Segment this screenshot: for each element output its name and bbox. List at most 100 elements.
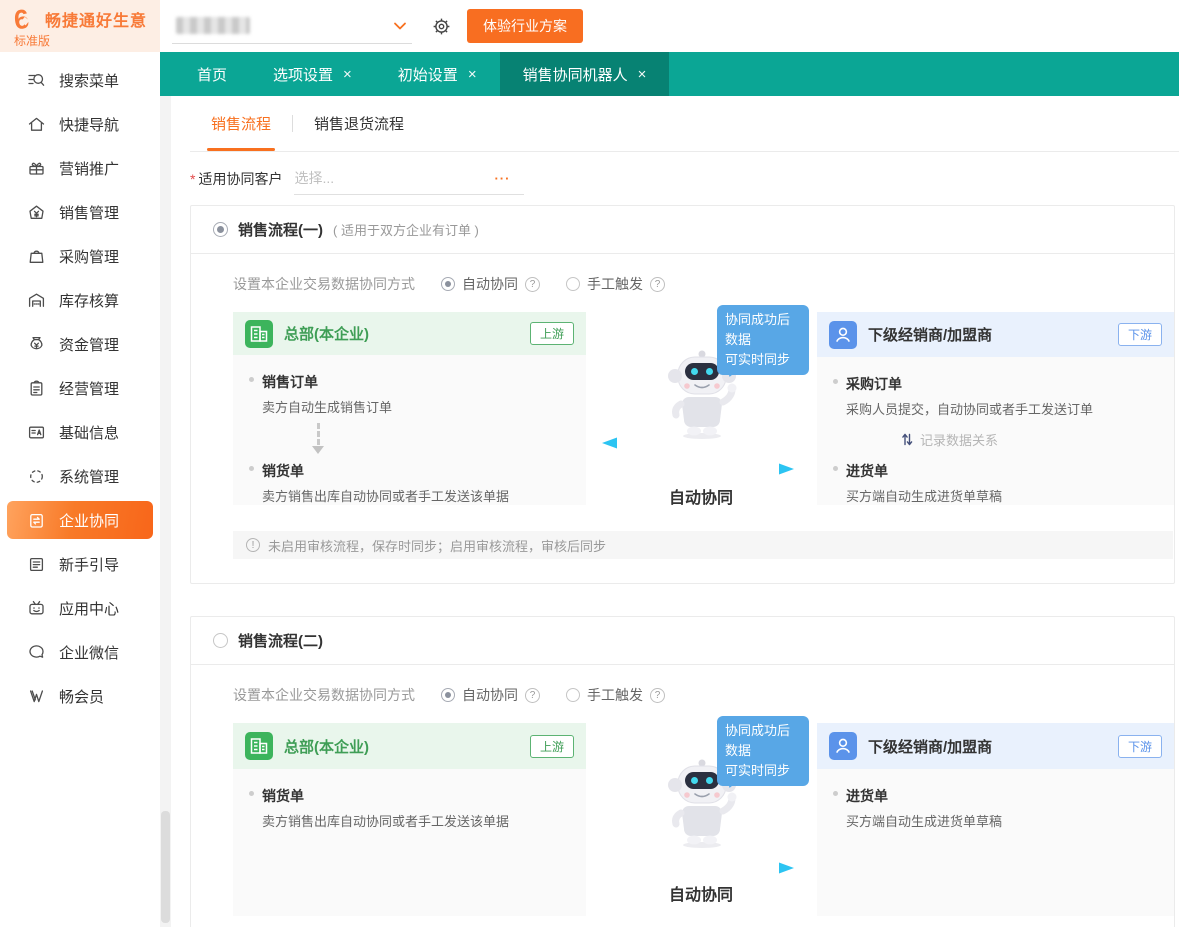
sync-tooltip: 协同成功后数据 可实时同步 [717, 716, 809, 787]
id-card-icon [27, 423, 46, 442]
option-auto-collab[interactable]: 自动协同 ? [441, 685, 540, 705]
person-icon [829, 320, 857, 349]
sidebar-item-system[interactable]: 系统管理 [0, 454, 160, 498]
sidebar-item-purchase-mgmt[interactable]: 采购管理 [0, 234, 160, 278]
collab-customer-form-row: * 适用协同客户 选择... ··· [171, 152, 1179, 205]
option-manual-trigger[interactable]: 手工触发 ? [566, 685, 665, 705]
manual-trigger-radio[interactable] [566, 688, 580, 702]
updown-arrows-icon [902, 433, 913, 446]
building-icon [245, 732, 273, 760]
person-icon [829, 732, 857, 760]
org-name-redacted [176, 17, 250, 34]
help-icon[interactable]: ? [650, 276, 665, 292]
input-placeholder: 选择... [294, 170, 335, 186]
experience-industry-plan-button[interactable]: 体验行业方案 [467, 9, 583, 43]
sales-flow-2-section: 销售流程(二) 设置本企业交易数据协同方式 自动协同 ? 手工触发 ? 总部(本… [190, 616, 1175, 927]
building-icon [245, 319, 273, 348]
sidebar-item-basic-info[interactable]: 基础信息 [0, 410, 160, 454]
sidebar-item-member[interactable]: 畅会员 [0, 674, 160, 718]
upstream-tag: 上游 [529, 322, 574, 345]
tab-sales-flow[interactable]: 销售流程 [206, 96, 276, 151]
auto-collab-radio[interactable] [441, 688, 455, 702]
info-icon: ! [246, 538, 260, 552]
org-selector[interactable] [172, 8, 412, 44]
downstream-card: 下级经销商/加盟商 下游 采购订单 采购人员提交，自动协同或者手工发送订单 记录… [817, 312, 1174, 505]
help-icon[interactable]: ? [525, 687, 540, 703]
scrollbar-thumb[interactable] [161, 811, 170, 923]
sidebar-item-marketing[interactable]: 营销推广 [0, 146, 160, 190]
setting-label: 设置本企业交易数据协同方式 [233, 276, 415, 292]
tab-sales-return-flow[interactable]: 销售退货流程 [314, 96, 404, 151]
sales-flow-2-header: 销售流程(二) [191, 617, 1174, 665]
upstream-card: 总部(本企业) 上游 销售订单 卖方自动生成销售订单 销货单 卖方销售出库自动协… [233, 312, 586, 505]
sidebar-item-enterprise-collab[interactable]: 企业协同 [7, 501, 153, 539]
downstream-tag: 下游 [1117, 734, 1162, 758]
app-window: 6 畅捷通好生意 标准版 体验行业方案 首页 选项设置 × 初始设置 × 销售协… [0, 0, 1179, 927]
window-tab-home[interactable]: 首页 [174, 52, 250, 96]
brand-name: 畅捷通好生意 [45, 13, 148, 30]
sidebar-item-inventory[interactable]: 库存核算 [0, 278, 160, 322]
sales-flow-1-header: 销售流程(一) ( 适用于双方企业有订单 ) [191, 206, 1174, 254]
option-manual-trigger[interactable]: 手工触发 ? [566, 274, 665, 294]
window-tab-sales-collab-robot[interactable]: 销售协同机器人 × [499, 52, 670, 96]
sidebar-item-wecom[interactable]: 企业微信 [0, 630, 160, 674]
collaboration-icon [27, 511, 46, 530]
sidebar-item-newbie-guide[interactable]: 新手引导 [0, 542, 160, 586]
collab-customer-label: 适用协同客户 [198, 170, 283, 187]
close-icon[interactable]: × [638, 67, 647, 82]
sales-house-icon [27, 203, 46, 222]
content-tabbar: 销售流程 销售退货流程 [190, 96, 1179, 152]
window-tab-options[interactable]: 选项设置 × [250, 52, 375, 96]
upstream-card: 总部(本企业) 上游 销货单 卖方销售出库自动协同或者手工发送该单据 [233, 723, 586, 916]
auto-collab-radio[interactable] [441, 277, 455, 291]
manual-trigger-radio[interactable] [566, 277, 580, 291]
auto-collab-label: 自动协同 [668, 490, 733, 507]
vertical-scrollbar [160, 96, 171, 927]
brand-logo-icon: 6 [12, 4, 40, 35]
sales-flow-1-section: 销售流程(一) ( 适用于双方企业有订单 ) 设置本企业交易数据协同方式 自动协… [190, 205, 1175, 584]
topbar: 体验行业方案 [160, 0, 1179, 52]
collab-middle-zone: 协同成功后数据 可实时同步 自动协同 [586, 305, 817, 507]
settings-gear-button[interactable] [432, 17, 451, 36]
auto-collab-label: 自动协同 [668, 887, 733, 904]
audit-note-bar: ! 未启用审核流程，保存时同步；启用审核流程，审核后同步 [233, 531, 1173, 559]
sidebar-item-sales-mgmt[interactable]: 销售管理 [0, 190, 160, 234]
sidebar-item-operations[interactable]: 经营管理 [0, 366, 160, 410]
sidebar: 搜索菜单 快捷导航 营销推广 销售管理 采购管理 库存核算 资金管理 经营管理 … [0, 52, 160, 927]
section-subtitle: ( 适用于双方企业有订单 ) [333, 223, 479, 238]
help-icon[interactable]: ? [525, 276, 540, 292]
window-tab-init[interactable]: 初始设置 × [375, 52, 500, 96]
flow-down-arrow-icon [312, 423, 324, 454]
gift-icon [27, 159, 46, 178]
search-icon [27, 71, 46, 90]
brand-block: 6 畅捷通好生意 标准版 [0, 0, 160, 52]
sidebar-item-search-menu[interactable]: 搜索菜单 [0, 58, 160, 102]
section-title: 销售流程(二) [238, 633, 323, 650]
close-icon[interactable]: × [468, 67, 477, 82]
record-data-relation: 记录数据关系 [899, 430, 1160, 449]
collab-middle-zone: 协同成功后数据 可实时同步 自动协同 [586, 716, 817, 916]
collab-customer-input[interactable]: 选择... ··· [294, 163, 525, 195]
sidebar-item-funds[interactable]: 资金管理 [0, 322, 160, 366]
sidebar-item-quick-nav[interactable]: 快捷导航 [0, 102, 160, 146]
chat-bubble-icon [27, 643, 46, 662]
upstream-tag: 上游 [529, 734, 574, 758]
sidebar-item-app-center[interactable]: 应用中心 [0, 586, 160, 630]
downstream-tag: 下游 [1117, 323, 1162, 346]
help-icon[interactable]: ? [650, 687, 665, 703]
window-tabbar: 首页 选项设置 × 初始设置 × 销售协同机器人 × [160, 52, 1179, 96]
tab-divider [292, 115, 294, 132]
v-member-icon [27, 687, 46, 706]
sales-flow-1-radio[interactable] [213, 222, 228, 237]
sync-tooltip: 协同成功后数据 可实时同步 [717, 305, 809, 376]
shopping-bag-icon [27, 247, 46, 266]
edition-label: 标准版 [14, 34, 51, 48]
chevron-down-icon[interactable] [392, 18, 408, 34]
money-bag-icon [27, 335, 46, 354]
more-options-button[interactable]: ··· [494, 171, 524, 186]
sales-flow-2-radio[interactable] [213, 633, 228, 648]
close-icon[interactable]: × [343, 67, 352, 82]
gear-icon [432, 17, 451, 35]
tv-smiley-icon [27, 599, 46, 618]
option-auto-collab[interactable]: 自动协同 ? [441, 274, 540, 294]
